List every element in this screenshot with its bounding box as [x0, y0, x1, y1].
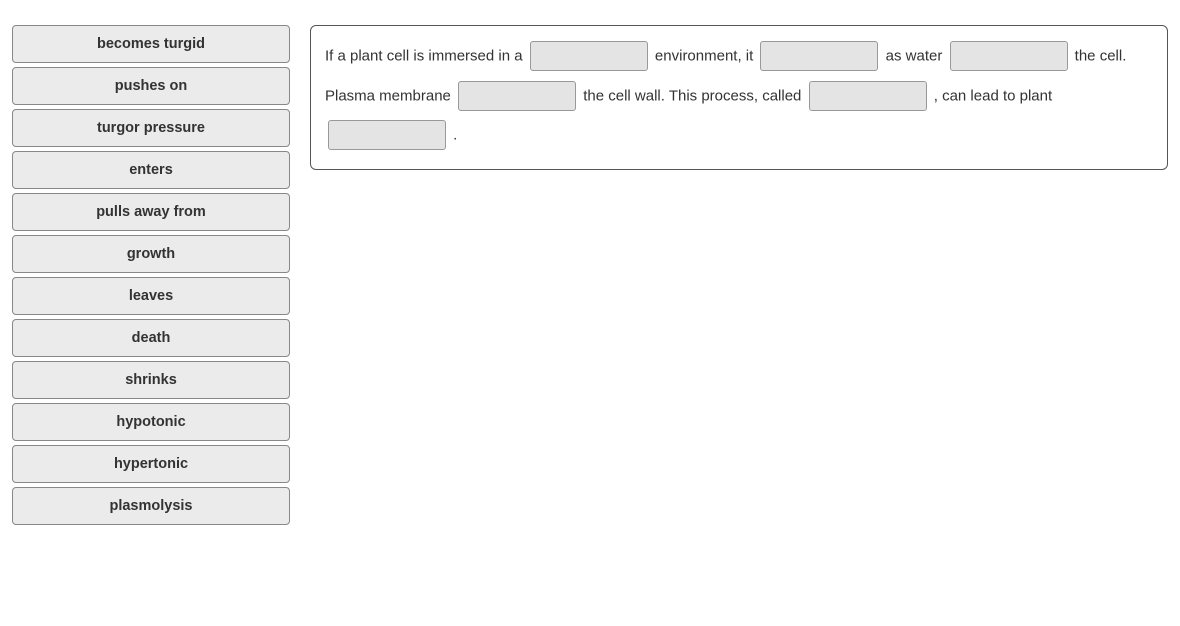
- sentence-text: environment, it: [655, 48, 758, 65]
- sentence-text: , can lead to plant: [934, 87, 1052, 104]
- word-item-plasmolysis[interactable]: plasmolysis: [12, 487, 290, 525]
- exercise-container: becomes turgid pushes on turgor pressure…: [12, 25, 1168, 525]
- sentence-text: If a plant cell is immersed in a: [325, 48, 527, 65]
- sentence-text: .: [453, 127, 457, 144]
- sentence-text: as water: [886, 48, 947, 65]
- word-item-becomes-turgid[interactable]: becomes turgid: [12, 25, 290, 63]
- drop-slot-6[interactable]: [328, 120, 446, 150]
- drop-slot-2[interactable]: [760, 41, 878, 71]
- word-item-enters[interactable]: enters: [12, 151, 290, 189]
- drop-slot-1[interactable]: [530, 41, 648, 71]
- word-item-leaves[interactable]: leaves: [12, 277, 290, 315]
- word-item-hypotonic[interactable]: hypotonic: [12, 403, 290, 441]
- sentence-text: the cell wall. This process, called: [583, 87, 805, 104]
- word-item-turgor-pressure[interactable]: turgor pressure: [12, 109, 290, 147]
- word-item-shrinks[interactable]: shrinks: [12, 361, 290, 399]
- word-item-hypertonic[interactable]: hypertonic: [12, 445, 290, 483]
- drop-slot-5[interactable]: [809, 81, 927, 111]
- word-bank: becomes turgid pushes on turgor pressure…: [12, 25, 290, 525]
- word-item-death[interactable]: death: [12, 319, 290, 357]
- word-item-pulls-away-from[interactable]: pulls away from: [12, 193, 290, 231]
- word-item-pushes-on[interactable]: pushes on: [12, 67, 290, 105]
- drop-slot-4[interactable]: [458, 81, 576, 111]
- sentence-drop-area: If a plant cell is immersed in a environ…: [310, 25, 1168, 170]
- word-item-growth[interactable]: growth: [12, 235, 290, 273]
- drop-slot-3[interactable]: [950, 41, 1068, 71]
